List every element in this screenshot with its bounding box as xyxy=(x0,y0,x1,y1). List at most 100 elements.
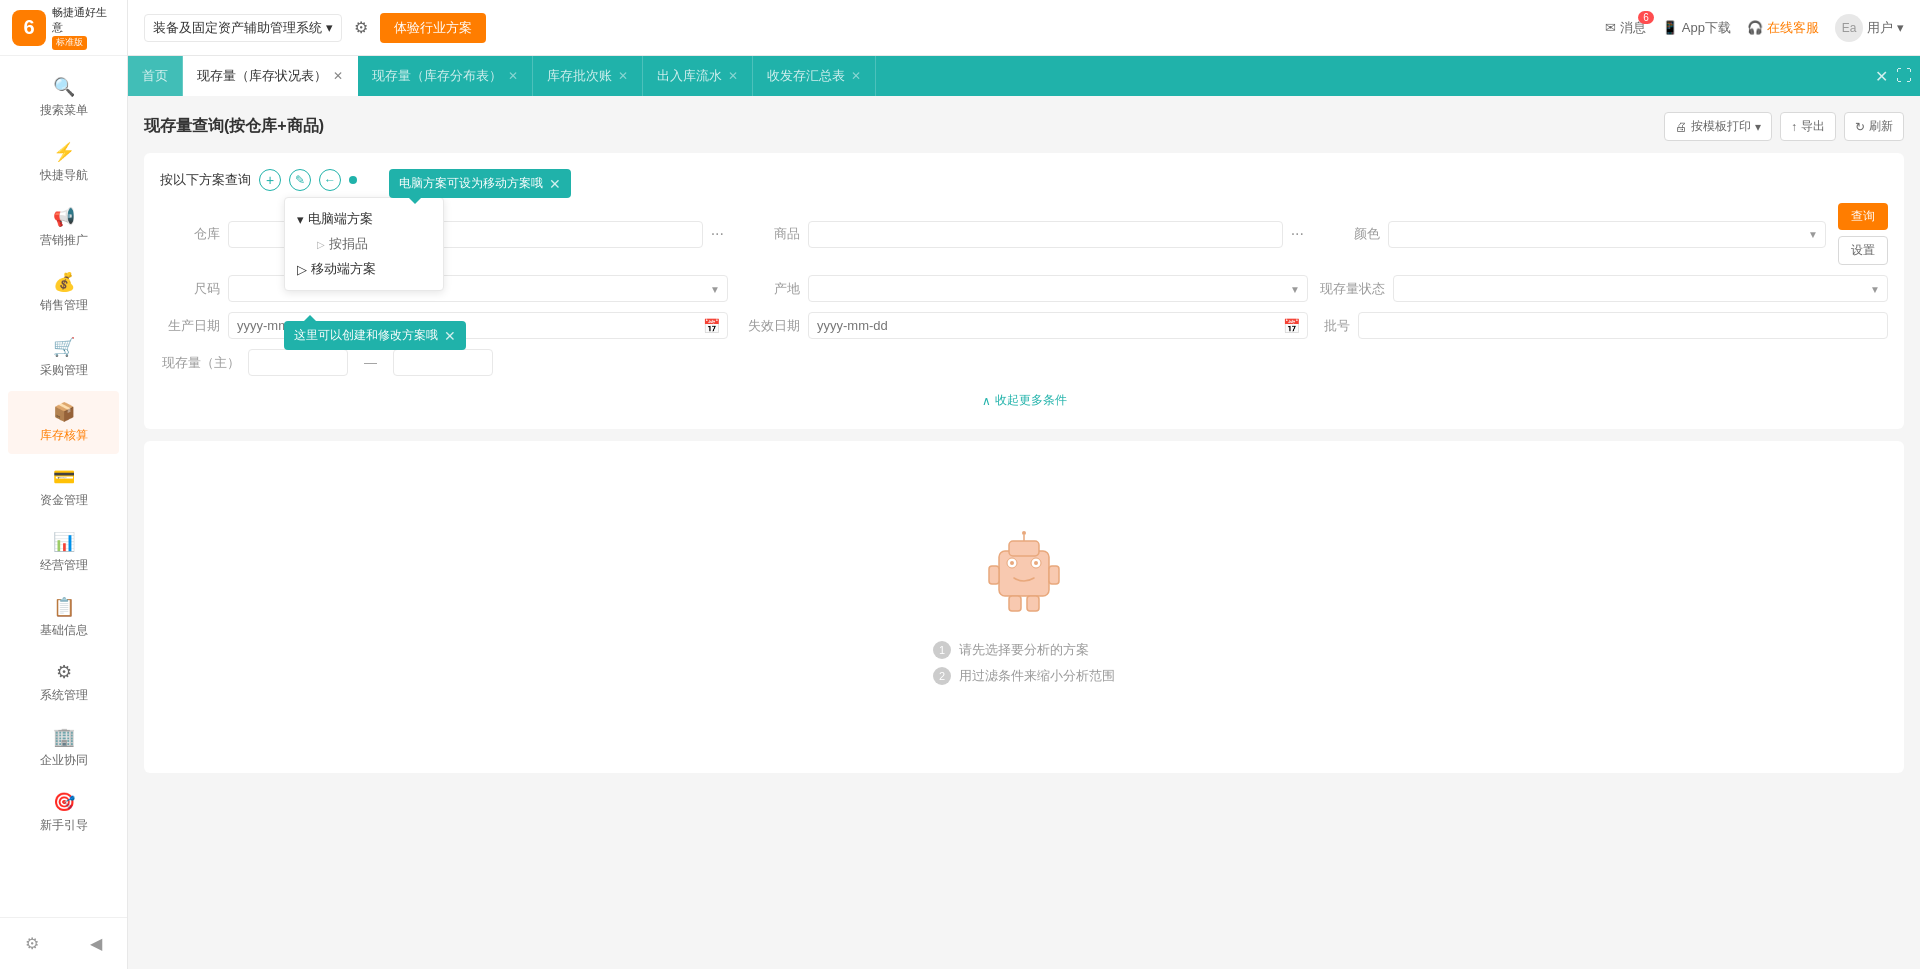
template-icon: 🖨 xyxy=(1675,120,1687,134)
sidebar-item-marketing[interactable]: 📢 营销推广 xyxy=(8,196,119,259)
search-btn[interactable]: 查询 xyxy=(1838,203,1888,230)
sidebar-item-search[interactable]: 🔍 搜索菜单 xyxy=(8,66,119,129)
sub-arrow-icon: ▷ xyxy=(317,239,325,250)
svg-rect-1 xyxy=(1009,541,1039,556)
mobile-expand-icon: ▷ xyxy=(297,262,307,277)
operations-icon: 📊 xyxy=(53,531,75,553)
tab-fullscreen-btn[interactable]: ⛶ xyxy=(1896,67,1912,85)
warehouse-label: 仓库 xyxy=(160,225,220,243)
purchase-icon: 🛒 xyxy=(53,336,75,358)
sidebar-item-enterprise[interactable]: 🏢 企业协同 xyxy=(8,716,119,779)
tabs-actions: ✕ ⛶ xyxy=(1867,56,1920,96)
empty-step-2: 用过滤条件来缩小分析范围 xyxy=(933,667,1115,685)
collapse-sidebar-btn[interactable]: ◀ xyxy=(86,930,106,957)
stock-qty-to[interactable] xyxy=(393,349,493,376)
system-selector[interactable]: 装备及固定资产辅助管理系统 ▾ xyxy=(144,14,342,42)
sidebar-item-basicinfo[interactable]: 📋 基础信息 xyxy=(8,586,119,649)
field-batch: 批号 xyxy=(1320,312,1888,339)
expiry-date-from[interactable] xyxy=(808,312,1308,339)
system-name: 装备及固定资产辅助管理系统 xyxy=(153,19,322,37)
logo-area: 6 畅捷通好生意 标准版 xyxy=(0,0,127,56)
scheme-mobile-header[interactable]: ▷ 移动端方案 xyxy=(285,256,443,282)
phone-icon: 📱 xyxy=(1662,20,1678,35)
scheme-dropdown: ▾ 电脑端方案 ▷ 按捐品 ▷ 移动端方案 xyxy=(284,197,444,291)
export-btn[interactable]: ↑ 导出 xyxy=(1780,112,1836,141)
sidebar-item-operations[interactable]: 📊 经营管理 xyxy=(8,521,119,584)
sidebar-item-quicknav[interactable]: ⚡ 快捷导航 xyxy=(8,131,119,194)
tab-home[interactable]: 首页 xyxy=(128,56,183,96)
batch-label: 批号 xyxy=(1320,317,1350,335)
scheme-desktop-header[interactable]: ▾ 电脑端方案 xyxy=(285,206,443,232)
tab-summary[interactable]: 收发存汇总表 ✕ xyxy=(753,56,876,96)
header-right: ✉ 消息 6 📱 App下载 🎧 在线客服 Ea 用户 ▾ xyxy=(1605,14,1904,42)
tab-inventory-dist[interactable]: 现存量（库存分布表） ✕ xyxy=(358,56,533,96)
tab-inout-flow[interactable]: 出入库流水 ✕ xyxy=(643,56,753,96)
refresh-btn[interactable]: ↻ 刷新 xyxy=(1844,112,1904,141)
template-print-btn[interactable]: 🖨 按模板打印 ▾ xyxy=(1664,112,1772,141)
inventory-icon: 📦 xyxy=(53,401,75,423)
field-stock-qty: 现存量（主） — xyxy=(160,349,493,376)
tab-close-summary[interactable]: ✕ xyxy=(851,70,861,82)
expiry-date-label: 失效日期 xyxy=(740,317,800,335)
sidebar-item-inventory[interactable]: 📦 库存核算 xyxy=(8,391,119,454)
user-menu[interactable]: Ea 用户 ▾ xyxy=(1835,14,1904,42)
filter-add-btn[interactable]: + xyxy=(259,169,281,191)
field-color: 颜色 查询 设置 xyxy=(1320,203,1888,265)
sidebar-item-purchase[interactable]: 🛒 采购管理 xyxy=(8,326,119,389)
warehouse-dots-btn[interactable]: ··· xyxy=(707,225,728,243)
tooltip1-close-btn[interactable]: ✕ xyxy=(549,176,561,192)
page-title: 现存量查询(按仓库+商品) xyxy=(144,116,324,137)
filter-area: 电脑方案可设为移动方案哦 ✕ 按以下方案查询 + ✎ ← ▾ 电脑端方案 ▷ 按… xyxy=(144,153,1904,429)
origin-label: 产地 xyxy=(740,280,800,298)
stock-qty-from[interactable] xyxy=(248,349,348,376)
tab-inventory-status[interactable]: 现存量（库存状况表） ✕ xyxy=(183,56,358,96)
tab-close-inout-flow[interactable]: ✕ xyxy=(728,70,738,82)
settings-footer-btn[interactable]: ⚙ xyxy=(21,930,43,957)
empty-area: 请先选择要分析的方案 用过滤条件来缩小分析范围 xyxy=(144,441,1904,773)
sidebar-item-finance[interactable]: 💳 资金管理 xyxy=(8,456,119,519)
color-select[interactable] xyxy=(1388,221,1826,248)
filter-arrow-btn[interactable]: ← xyxy=(319,169,341,191)
message-btn[interactable]: ✉ 消息 6 xyxy=(1605,19,1646,37)
message-badge: 6 xyxy=(1638,11,1654,24)
headset-icon: 🎧 xyxy=(1747,20,1763,35)
stock-status-label: 现存量状态 xyxy=(1320,280,1385,298)
batch-input[interactable] xyxy=(1358,312,1888,339)
logo-icon: 6 xyxy=(12,10,46,46)
tab-close-inventory-status[interactable]: ✕ xyxy=(333,70,343,82)
tab-close-batch-account[interactable]: ✕ xyxy=(618,70,628,82)
logo-text: 畅捷通好生意 标准版 xyxy=(52,5,115,49)
sidebar-item-newguide[interactable]: 🎯 新手引导 xyxy=(8,781,119,844)
stock-status-select[interactable] xyxy=(1393,275,1888,302)
enterprise-icon: 🏢 xyxy=(53,726,75,748)
svg-point-4 xyxy=(1010,561,1014,565)
filter-label: 按以下方案查询 xyxy=(160,171,251,189)
svg-point-5 xyxy=(1034,561,1038,565)
empty-step-1: 请先选择要分析的方案 xyxy=(933,641,1115,659)
filter-edit-btn[interactable]: ✎ xyxy=(289,169,311,191)
origin-select[interactable] xyxy=(808,275,1308,302)
product-label: 商品 xyxy=(740,225,800,243)
username-label: 用户 xyxy=(1867,19,1893,37)
app-download-btn[interactable]: 📱 App下载 xyxy=(1662,19,1731,37)
tab-batch-account[interactable]: 库存批次账 ✕ xyxy=(533,56,643,96)
tabs-bar: 首页 现存量（库存状况表） ✕ 现存量（库存分布表） ✕ 库存批次账 ✕ 出入库… xyxy=(128,56,1920,96)
scheme-desktop-item-1[interactable]: ▷ 按捐品 xyxy=(305,232,443,256)
refresh-icon: ↻ xyxy=(1855,120,1865,134)
tooltip2-close-btn[interactable]: ✕ xyxy=(444,328,456,344)
collapse-filter-btn[interactable]: ∧ 收起更多条件 xyxy=(982,392,1067,409)
industry-btn[interactable]: 体验行业方案 xyxy=(380,13,486,43)
field-origin: 产地 xyxy=(740,275,1308,302)
tab-close-all-btn[interactable]: ✕ xyxy=(1875,67,1888,86)
product-input[interactable] xyxy=(808,221,1283,248)
stock-qty-label: 现存量（主） xyxy=(160,354,240,372)
reset-btn[interactable]: 设置 xyxy=(1838,236,1888,265)
header-settings-btn[interactable]: ⚙ xyxy=(354,18,368,37)
tab-close-inventory-dist[interactable]: ✕ xyxy=(508,70,518,82)
sidebar-item-system[interactable]: ⚙ 系统管理 xyxy=(8,651,119,714)
page-title-row: 现存量查询(按仓库+商品) 🖨 按模板打印 ▾ ↑ 导出 ↻ 刷新 xyxy=(144,112,1904,141)
scheme-desktop-children: ▷ 按捐品 xyxy=(285,232,443,256)
product-dots-btn[interactable]: ··· xyxy=(1287,225,1308,243)
sidebar-item-sales[interactable]: 💰 销售管理 xyxy=(8,261,119,324)
online-support-btn[interactable]: 🎧 在线客服 xyxy=(1747,19,1819,37)
